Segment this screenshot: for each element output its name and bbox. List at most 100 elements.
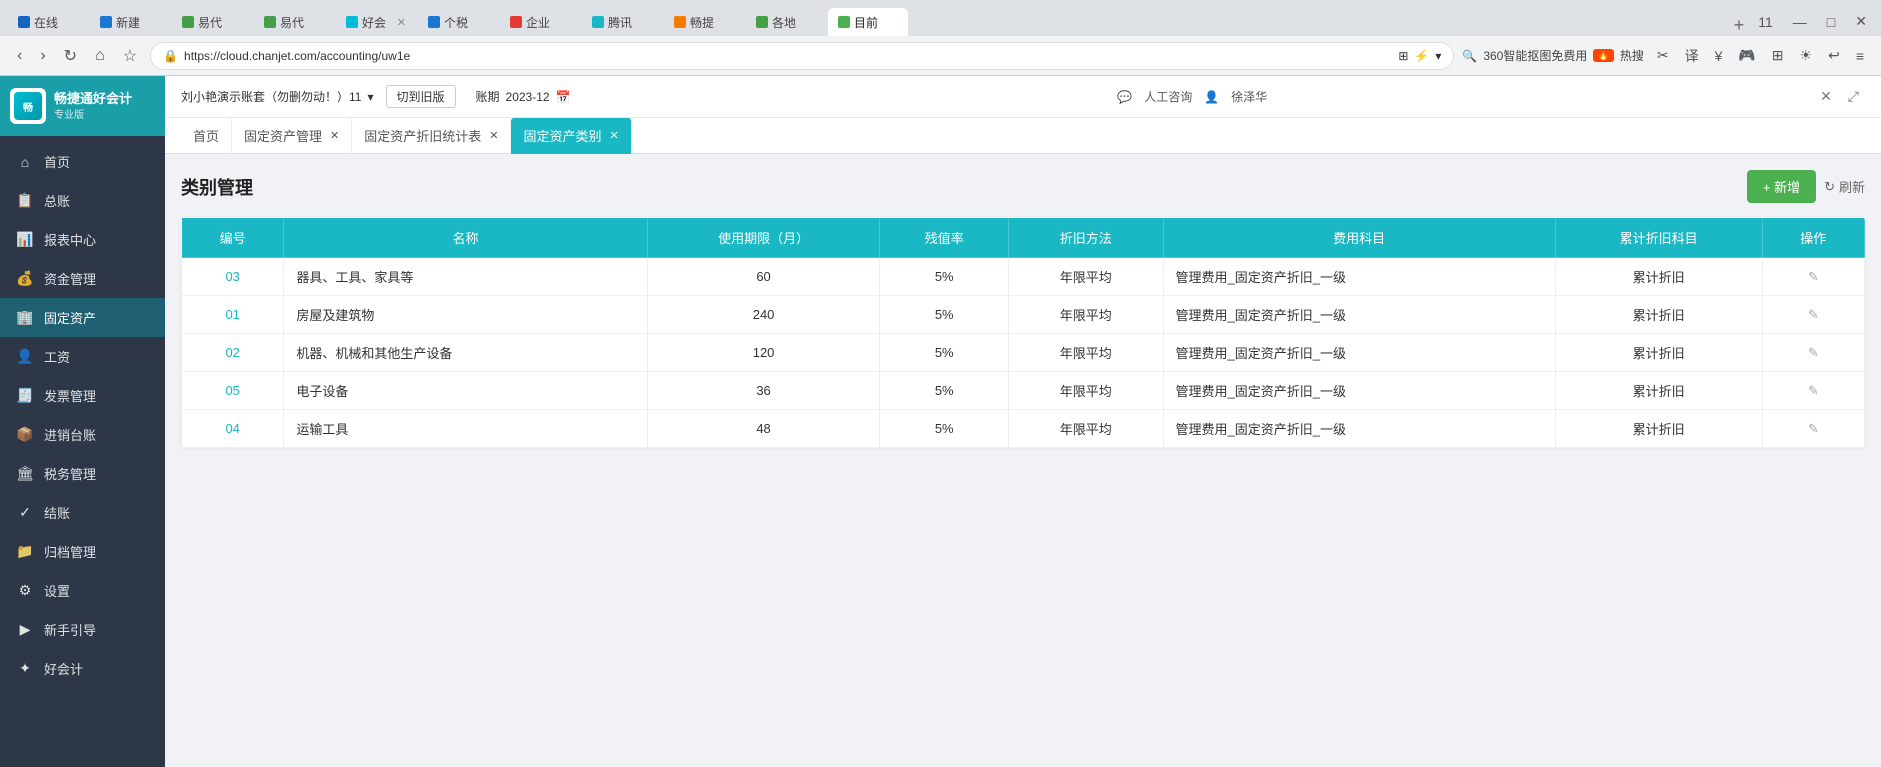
data-cell-1-5: 管理费用_固定资产折旧_一级 [1163,296,1555,334]
brightness-icon[interactable]: ☀ [1795,45,1818,66]
logo-text: 畅 [23,99,33,114]
tab-favicon [592,16,604,28]
edit-icon-0[interactable]: ✎ [1808,269,1819,284]
tab-favicon [838,16,850,28]
sidebar-item-settle[interactable]: ✓ 结账 [0,493,165,532]
sidebar-item-helper[interactable]: ✦ 好会计 [0,649,165,688]
content-tab-close-2[interactable]: ✕ [489,129,498,142]
col-header-4: 折旧方法 [1008,218,1163,258]
edit-cell-2[interactable]: ✎ [1762,334,1864,372]
data-cell-1-3: 5% [880,296,1008,334]
sidebar-item-settings[interactable]: ⚙ 设置 [0,571,165,610]
edit-icon-3[interactable]: ✎ [1808,383,1819,398]
translate-icon[interactable]: 译 [1680,44,1704,68]
data-cell-2-1: 机器、机械和其他生产设备 [284,334,647,372]
consultant-label[interactable]: 人工咨询 [1144,88,1192,105]
page-title-bar: 类别管理 + 新增 ↻ 刷新 [181,170,1865,203]
edit-cell-4[interactable]: ✎ [1762,410,1864,448]
tab-label: 目前 [854,14,878,31]
data-cell-4-3: 5% [880,410,1008,448]
tab-favicon [510,16,522,28]
content-tab-2[interactable]: 固定资产折旧统计表 ✕ [352,118,511,154]
nav-label-report: 报表中心 [44,230,96,249]
table-header: 编号名称使用期限（月）残值率折旧方法费用科目累计折旧科目操作 [182,218,1865,258]
sidebar-item-fixed[interactable]: 🏢 固定资产 [0,298,165,337]
data-cell-0-2: 60 [647,258,880,296]
sidebar-item-invoice[interactable]: 🧾 发票管理 [0,376,165,415]
sidebar-item-ledger[interactable]: 📋 总账 [0,181,165,220]
undo-icon[interactable]: ↩ [1823,45,1845,66]
content-tabs: 首页 固定资产管理 ✕固定资产折旧统计表 ✕固定资产类别 ✕ [165,118,1881,154]
sidebar-item-fund[interactable]: 💰 资金管理 [0,259,165,298]
maximize-button[interactable]: □ [1821,12,1841,32]
nav-icon-settle: ✓ [16,504,34,522]
browser-tab-t1[interactable]: 在线 [8,8,88,36]
sidebar-item-home[interactable]: ⌂ 首页 [0,142,165,181]
wallet-icon[interactable]: ¥ [1710,46,1728,66]
browser-tab-t7[interactable]: 企业 [500,8,580,36]
content-tab-1[interactable]: 固定资产管理 ✕ [232,118,352,154]
refresh-label: 刷新 [1839,177,1865,196]
data-cell-3-4: 年限平均 [1008,372,1163,410]
data-cell-0-3: 5% [880,258,1008,296]
sidebar-item-trade[interactable]: 📦 进销台账 [0,415,165,454]
browser-tab-t5[interactable]: 好会 ✕ [336,8,416,36]
back-button[interactable]: ‹ [12,45,27,67]
sidebar-item-archive[interactable]: 📁 归档管理 [0,532,165,571]
search-area: 🔍 360智能抠图免费用 🔥 热搜 [1462,47,1643,64]
browser-tab-t4[interactable]: 易代 [254,8,334,36]
content-tab-3[interactable]: 固定资产类别 ✕ [511,118,631,154]
address-bar[interactable]: 🔒 https://cloud.chanjet.com/accounting/u… [150,42,1454,70]
bookmark-button[interactable]: ☆ [118,44,142,68]
edit-icon-2[interactable]: ✎ [1808,345,1819,360]
edit-icon-1[interactable]: ✎ [1808,307,1819,322]
consultant-icon: 💬 [1117,90,1132,104]
add-category-button[interactable]: + 新增 [1747,170,1816,203]
tab-favicon [18,16,30,28]
sidebar-item-report[interactable]: 📊 报表中心 [0,220,165,259]
edit-cell-3[interactable]: ✎ [1762,372,1864,410]
search-icon: 🔍 [1462,49,1477,63]
grid-icon[interactable]: ⊞ [1767,45,1789,66]
data-cell-2-3: 5% [880,334,1008,372]
browser-tab-t6[interactable]: 个税 [418,8,498,36]
refresh-button[interactable]: ↻ 刷新 [1824,177,1865,196]
minimize-button[interactable]: — [1787,12,1813,32]
browser-tab-t9[interactable]: 畅提 [664,8,744,36]
sidebar-item-tax[interactable]: 🏛 税务管理 [0,454,165,493]
tab-label: 易代 [198,14,222,31]
browser-tab-t10[interactable]: 各地 [746,8,826,36]
tab-close-icon[interactable]: ✕ [397,16,406,29]
site-info-icon: ⊞ [1398,49,1408,63]
content-tab-close-1[interactable]: ✕ [330,129,339,142]
page-title: 类别管理 [181,174,253,200]
edit-cell-1[interactable]: ✎ [1762,296,1864,334]
col-header-0: 编号 [182,218,284,258]
browser-tab-t8[interactable]: 腾讯 [582,8,662,36]
content-tab-close-3[interactable]: ✕ [610,129,619,142]
data-cell-3-6: 累计折旧 [1555,372,1762,410]
edit-icon-4[interactable]: ✎ [1808,421,1819,436]
game-icon[interactable]: 🎮 [1733,45,1760,66]
browser-tab-t2[interactable]: 新建 [90,8,170,36]
content-tab-label-1: 固定资产管理 [244,126,322,145]
close-window-button[interactable]: ✕ [1849,11,1873,32]
cut-icon[interactable]: ✂ [1652,45,1674,66]
forward-button[interactable]: › [35,45,50,67]
new-tab-button[interactable]: + [1728,15,1751,36]
edit-cell-0[interactable]: ✎ [1762,258,1864,296]
modal-close-button[interactable]: ✕ [1814,86,1838,107]
reload-button[interactable]: ↻ [59,44,82,68]
nav-icon-settings: ⚙ [16,582,34,600]
menu-icon[interactable]: ≡ [1851,46,1869,66]
content-tab-0[interactable]: 首页 [181,118,232,154]
browser-tab-t3[interactable]: 易代 [172,8,252,36]
tab-count-badge[interactable]: 11 [1752,12,1779,32]
modal-expand-button[interactable]: ⤢ [1842,86,1865,107]
sidebar-item-guide[interactable]: ▶ 新手引导 [0,610,165,649]
browser-tab-t11[interactable]: 目前 [828,8,908,36]
window-system-buttons: 11 — □ ✕ [1752,11,1873,36]
switch-version-button[interactable]: 切到旧版 [386,85,456,108]
sidebar-item-salary[interactable]: 👤 工资 [0,337,165,376]
home-button[interactable]: ⌂ [90,45,110,67]
